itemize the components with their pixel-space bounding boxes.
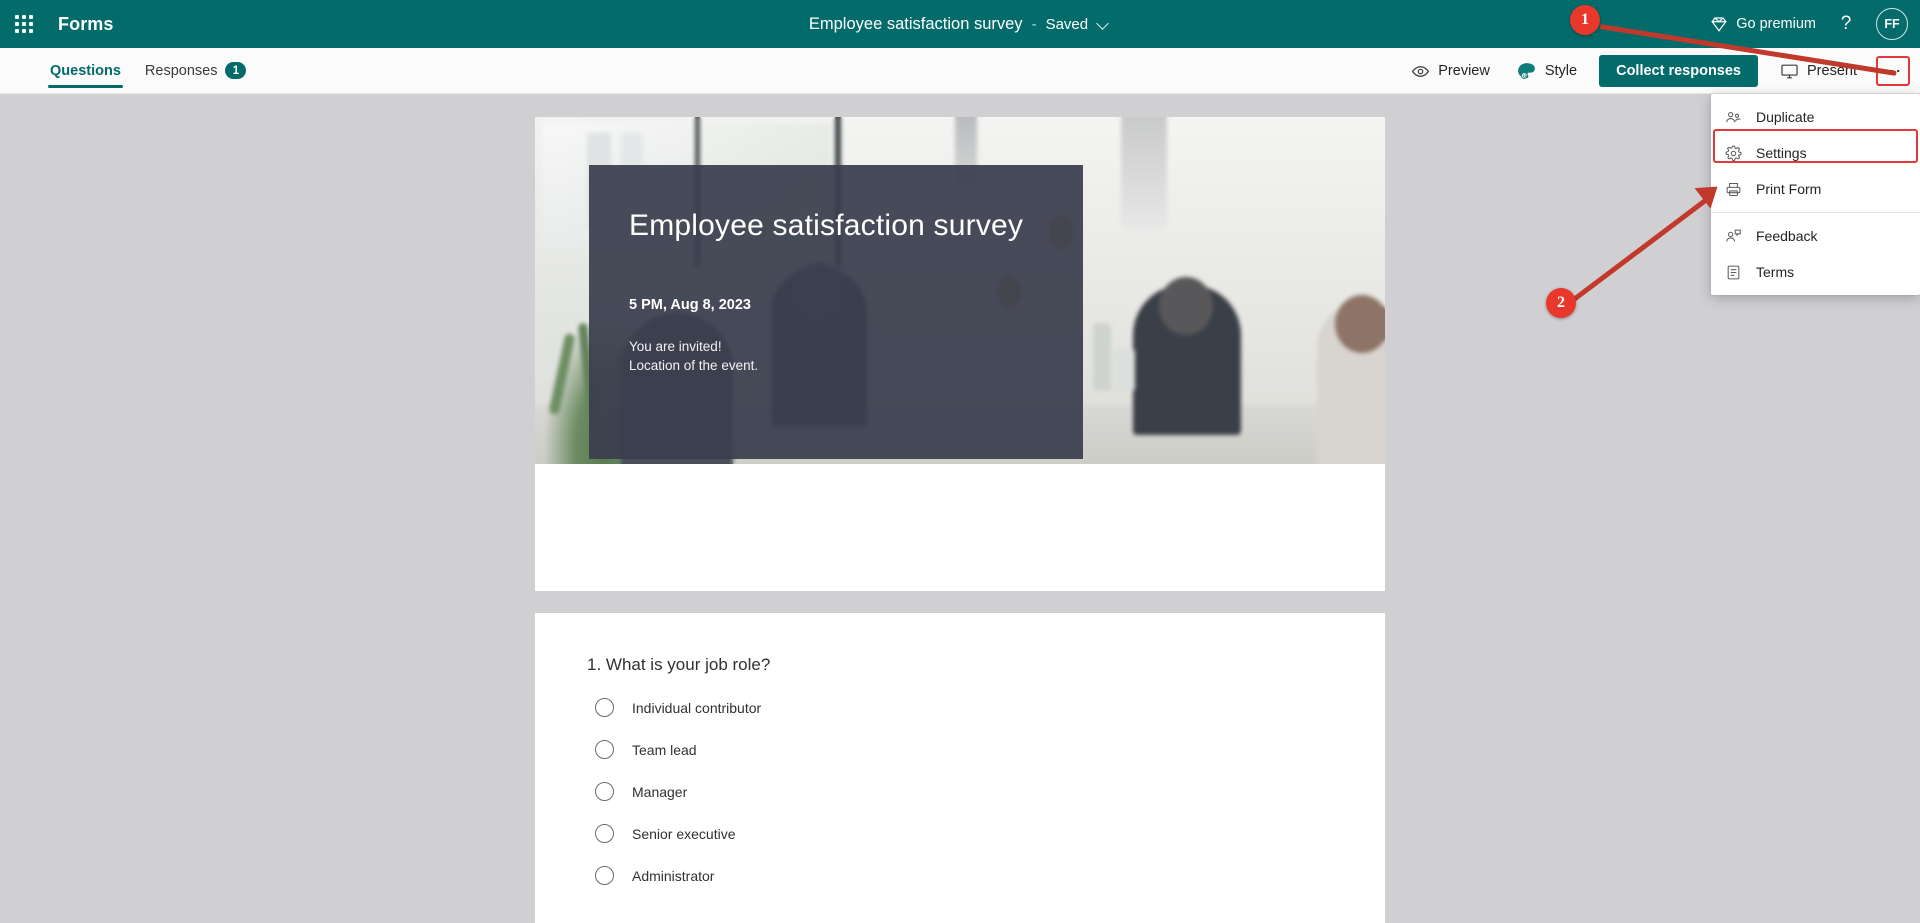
form-canvas: Employee satisfaction survey 5 PM, Aug 8… xyxy=(0,94,1920,923)
annotation-badge-2: 2 xyxy=(1546,288,1576,318)
preview-button[interactable]: Preview xyxy=(1400,55,1501,88)
menu-divider xyxy=(1711,212,1920,213)
option-label: Individual contributor xyxy=(632,699,762,716)
form-title-overlay: Employee satisfaction survey 5 PM, Aug 8… xyxy=(589,165,1083,459)
question-title[interactable]: 1. What is your job role? xyxy=(587,655,1385,675)
form-title-group: Employee satisfaction survey - Saved xyxy=(0,0,1920,48)
menu-item-label: Terms xyxy=(1756,264,1795,280)
responses-count-badge: 1 xyxy=(225,62,247,79)
collect-responses-button[interactable]: Collect responses xyxy=(1599,55,1759,87)
radio-icon[interactable] xyxy=(595,698,614,717)
monitor-icon xyxy=(1781,64,1798,78)
form-title[interactable]: Employee satisfaction survey xyxy=(809,15,1023,34)
menu-item-feedback[interactable]: Feedback xyxy=(1711,218,1920,254)
tab-responses-label: Responses xyxy=(144,62,218,79)
question-card: 1. What is your job role? Individual con… xyxy=(535,613,1385,923)
eye-icon xyxy=(1412,65,1430,77)
menu-item-duplicate[interactable]: Duplicate xyxy=(1711,99,1920,135)
help-icon: ? xyxy=(1840,13,1852,34)
option-row[interactable]: Administrator xyxy=(595,866,1385,885)
menu-item-label: Duplicate xyxy=(1756,109,1815,125)
form-header-card: Employee satisfaction survey 5 PM, Aug 8… xyxy=(535,117,1385,591)
radio-icon[interactable] xyxy=(595,824,614,843)
avatar[interactable]: FF xyxy=(1876,8,1908,40)
tab-responses[interactable]: Responses 1 xyxy=(143,48,249,94)
title-separator: - xyxy=(1031,15,1037,33)
menu-item-settings[interactable]: Settings xyxy=(1711,135,1920,171)
annotation-badge-2-label: 2 xyxy=(1557,294,1565,311)
tab-list: Questions Responses 1 xyxy=(48,48,248,94)
go-premium-button[interactable]: Go premium xyxy=(1700,9,1826,39)
option-row[interactable]: Manager xyxy=(595,782,1385,801)
annotation-badge-1-label: 1 xyxy=(1581,11,1589,28)
feedback-person-icon xyxy=(1726,229,1741,242)
menu-item-label: Feedback xyxy=(1756,228,1818,244)
form-invite-line[interactable]: You are invited! xyxy=(629,339,1043,354)
save-status-label: Saved xyxy=(1045,15,1089,33)
printer-icon xyxy=(1726,182,1741,196)
avatar-initials: FF xyxy=(1884,17,1900,31)
option-row[interactable]: Team lead xyxy=(595,740,1385,759)
app-root: Forms Employee satisfaction survey - Sav… xyxy=(0,0,1920,923)
option-row[interactable]: Individual contributor xyxy=(595,698,1385,717)
form-location-line[interactable]: Location of the event. xyxy=(629,358,1043,373)
chevron-down-icon[interactable] xyxy=(1097,17,1111,31)
help-button[interactable]: ? xyxy=(1826,4,1866,44)
diamond-icon xyxy=(1711,17,1728,32)
more-options-menu: Duplicate Settings Print Form Feedback T… xyxy=(1711,94,1920,295)
top-header-bar: Forms Employee satisfaction survey - Sav… xyxy=(0,0,1920,48)
app-name-label: Forms xyxy=(58,13,114,34)
app-launcher-icon xyxy=(15,15,33,33)
top-header-actions: Go premium ? FF xyxy=(1700,0,1920,48)
menu-item-label: Print Form xyxy=(1756,181,1822,197)
app-launcher-button[interactable] xyxy=(0,0,48,48)
menu-item-terms[interactable]: Terms xyxy=(1711,254,1920,290)
form-event-date[interactable]: 5 PM, Aug 8, 2023 xyxy=(629,297,1043,313)
radio-icon[interactable] xyxy=(595,866,614,885)
option-label: Senior executive xyxy=(632,825,736,842)
option-label: Manager xyxy=(632,783,688,800)
tab-questions[interactable]: Questions xyxy=(48,48,123,94)
gear-icon xyxy=(1725,145,1742,161)
option-row[interactable]: Senior executive xyxy=(595,824,1385,843)
form-heading[interactable]: Employee satisfaction survey xyxy=(629,207,1043,245)
style-label: Style xyxy=(1544,63,1578,79)
radio-icon[interactable] xyxy=(595,782,614,801)
tab-questions-label: Questions xyxy=(50,62,121,79)
menu-item-label: Settings xyxy=(1756,145,1807,161)
command-bar-actions: Preview Style Collect responses Present xyxy=(1400,48,1910,94)
duplicate-people-icon xyxy=(1726,111,1741,122)
option-label: Team lead xyxy=(632,741,697,758)
style-button[interactable]: Style xyxy=(1505,54,1588,89)
document-icon xyxy=(1727,265,1740,279)
palette-icon xyxy=(1517,62,1535,79)
command-bar: Questions Responses 1 Preview Style Coll… xyxy=(0,48,1920,94)
annotation-badge-1: 1 xyxy=(1570,5,1600,35)
preview-label: Preview xyxy=(1438,63,1490,79)
option-label: Administrator xyxy=(632,867,715,884)
go-premium-label: Go premium xyxy=(1736,16,1816,32)
menu-item-print-form[interactable]: Print Form xyxy=(1711,171,1920,207)
radio-icon[interactable] xyxy=(595,740,614,759)
